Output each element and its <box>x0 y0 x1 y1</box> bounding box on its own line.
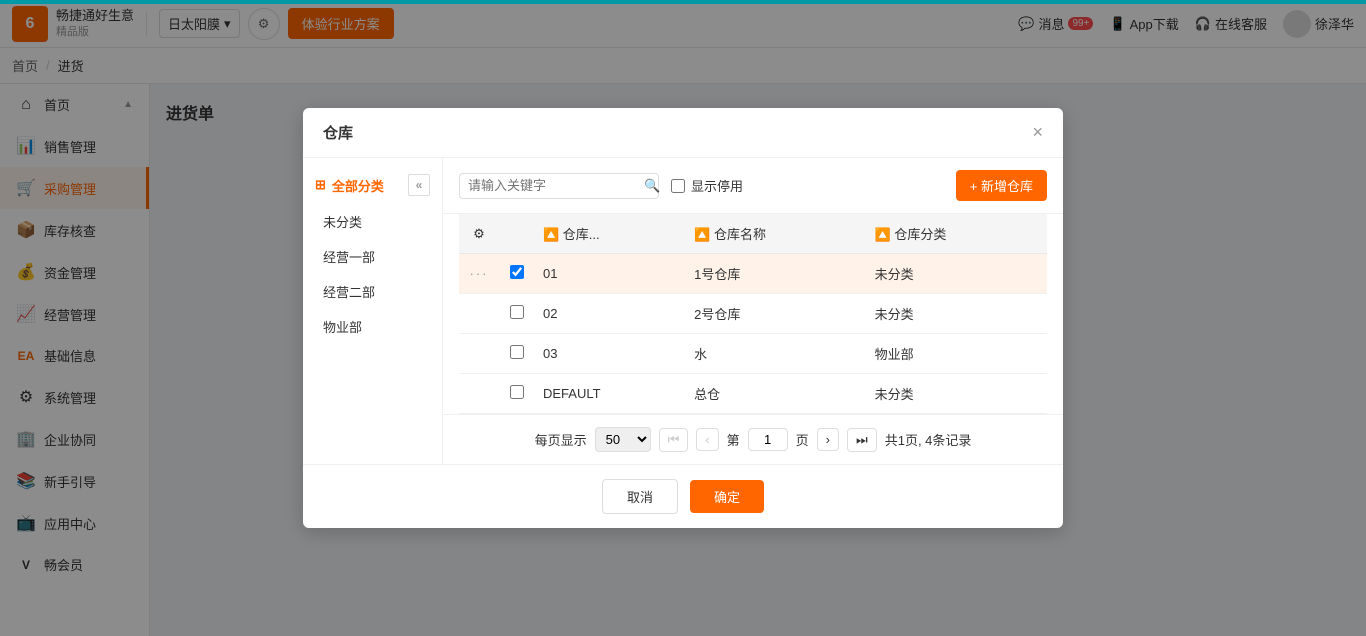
search-box: 🔍 <box>459 173 659 199</box>
col-header-code: 🔼 仓库... <box>535 214 686 254</box>
category-item-ops1[interactable]: 经营一部 <box>303 239 442 274</box>
table-row[interactable]: 03 水 物业部 <box>459 334 1047 374</box>
table-row[interactable]: ··· 01 1号仓库 未分类 <box>459 254 1047 294</box>
category-header[interactable]: ⊞ 全部分类 « <box>303 166 442 204</box>
col-header-check <box>499 214 535 254</box>
row-code: 02 <box>535 294 686 334</box>
row-actions <box>459 374 499 414</box>
row-checkbox[interactable] <box>510 345 524 359</box>
row-code: 01 <box>535 254 686 294</box>
row-name: 总仓 <box>686 374 866 414</box>
row-checkbox-cell <box>499 294 535 334</box>
category-item-property[interactable]: 物业部 <box>303 309 442 344</box>
grid-icon: ⊞ <box>315 177 326 193</box>
row-actions: ··· <box>459 254 499 294</box>
row-category: 未分类 <box>867 374 1047 414</box>
search-input[interactable] <box>468 178 644 193</box>
modal-toolbar: 🔍 显示停用 + 新增仓库 <box>443 158 1063 214</box>
row-name: 1号仓库 <box>686 254 866 294</box>
row-checkbox-cell <box>499 374 535 414</box>
category-item-uncategorized[interactable]: 未分类 <box>303 204 442 239</box>
last-page-button[interactable]: ⏭ <box>847 428 877 452</box>
show-disabled-checkbox[interactable] <box>671 179 685 193</box>
row-code: 03 <box>535 334 686 374</box>
row-name: 2号仓库 <box>686 294 866 334</box>
row-name: 水 <box>686 334 866 374</box>
page-unit: 页 <box>796 430 809 449</box>
page-label: 第 <box>727 430 740 449</box>
row-category: 物业部 <box>867 334 1047 374</box>
show-disabled-label[interactable]: 显示停用 <box>671 176 743 195</box>
warehouse-modal: 仓库 × ⊞ 全部分类 « 未分类 经营一部 经营二部 <box>303 108 1063 528</box>
modal-main: 🔍 显示停用 + 新增仓库 ⚙ <box>443 158 1063 464</box>
warehouse-table: ⚙ 🔼 仓库... 🔼 仓库名称 🔼 仓库分类 <box>459 214 1047 414</box>
row-checkbox[interactable] <box>510 265 524 279</box>
pagination: 每页显示 50 20 100 ⏮ ‹ 第 页 › ⏭ 共1页, 4条记录 <box>443 414 1063 464</box>
col-header-name: 🔼 仓库名称 <box>686 214 866 254</box>
prev-page-button[interactable]: ‹ <box>696 428 718 451</box>
collapse-button[interactable]: « <box>408 174 430 196</box>
search-icon: 🔍 <box>644 178 660 194</box>
table-row[interactable]: DEFAULT 总仓 未分类 <box>459 374 1047 414</box>
category-item-ops2[interactable]: 经营二部 <box>303 274 442 309</box>
total-info: 共1页, 4条记录 <box>885 430 972 449</box>
cancel-button[interactable]: 取消 <box>602 479 678 514</box>
modal-title: 仓库 <box>323 122 353 143</box>
warehouse-table-wrap: ⚙ 🔼 仓库... 🔼 仓库名称 🔼 仓库分类 <box>443 214 1063 414</box>
confirm-button[interactable]: 确定 <box>690 480 764 513</box>
modal-close-button[interactable]: × <box>1032 122 1043 143</box>
page-input[interactable] <box>748 428 788 451</box>
modal-footer: 取消 确定 <box>303 464 1063 528</box>
next-page-button[interactable]: › <box>817 428 839 451</box>
row-checkbox-cell <box>499 334 535 374</box>
modal-body: ⊞ 全部分类 « 未分类 经营一部 经营二部 物业部 <box>303 158 1063 464</box>
first-page-button[interactable]: ⏮ <box>659 428 689 452</box>
row-dots-button[interactable]: ··· <box>470 266 489 281</box>
row-checkbox[interactable] <box>510 305 524 319</box>
modal-overlay: 仓库 × ⊞ 全部分类 « 未分类 经营一部 经营二部 <box>0 0 1366 636</box>
row-actions <box>459 334 499 374</box>
modal-sidebar: ⊞ 全部分类 « 未分类 经营一部 经营二部 物业部 <box>303 158 443 464</box>
table-row[interactable]: 02 2号仓库 未分类 <box>459 294 1047 334</box>
add-warehouse-button[interactable]: + 新增仓库 <box>956 170 1047 201</box>
page-size-select[interactable]: 50 20 100 <box>595 427 651 452</box>
row-category: 未分类 <box>867 254 1047 294</box>
row-category: 未分类 <box>867 294 1047 334</box>
row-code: DEFAULT <box>535 374 686 414</box>
col-header-gear: ⚙ <box>459 214 499 254</box>
modal-header: 仓库 × <box>303 108 1063 158</box>
row-checkbox-cell <box>499 254 535 294</box>
row-actions <box>459 294 499 334</box>
col-header-category: 🔼 仓库分类 <box>867 214 1047 254</box>
category-label: 全部分类 <box>332 176 384 195</box>
per-page-label: 每页显示 <box>535 430 587 449</box>
row-checkbox[interactable] <box>510 385 524 399</box>
